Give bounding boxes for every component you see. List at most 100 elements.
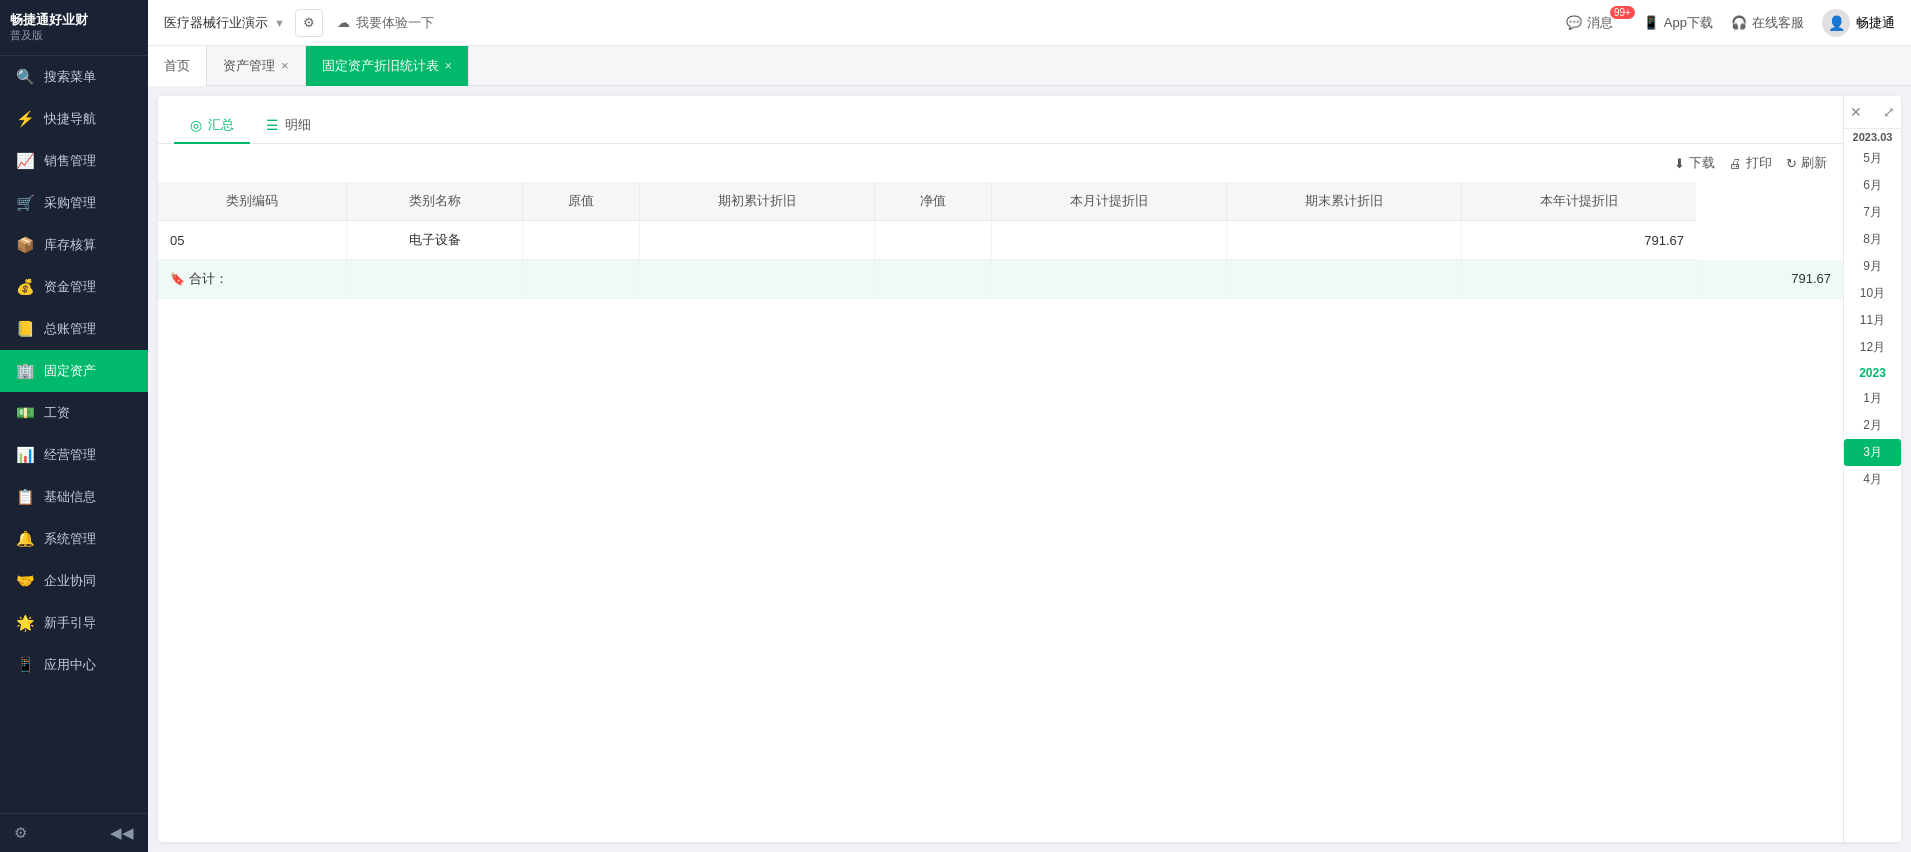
collab-icon: 🤝 [16, 572, 34, 590]
gear-icon: ⚙ [303, 15, 315, 30]
date-month-item[interactable]: 10月 [1844, 280, 1901, 307]
date-month-item[interactable]: 5月 [1844, 145, 1901, 172]
date-month-item[interactable]: 2月 [1844, 412, 1901, 439]
sidebar-label-guide: 新手引导 [44, 614, 96, 632]
print-label: 打印 [1746, 154, 1772, 172]
tab-label: 固定资产折旧统计表 [322, 57, 439, 75]
refresh-toolbar-btn[interactable]: ↻ 刷新 [1786, 154, 1827, 172]
company-name: 医疗器械行业演示 [164, 14, 268, 32]
sales-icon: 📈 [16, 152, 34, 170]
download-label: App下载 [1664, 14, 1713, 32]
data-table-wrapper: 类别编码类别名称原值期初累计折旧净值本月计提折旧期末累计折旧本年计提折旧 05电… [158, 182, 1843, 842]
refresh-icon: ↻ [1786, 156, 1797, 171]
subtotal-name-cell [347, 260, 523, 299]
table-row: 05电子设备791.67 [158, 221, 1843, 260]
sidebar-label-payroll: 工资 [44, 404, 70, 422]
date-panel-scroll: 5月6月7月8月9月10月11月12月20231月2月3月4月 [1844, 145, 1901, 842]
sidebar-label-system: 系统管理 [44, 530, 96, 548]
date-panel-expand-btn[interactable]: ⤢ [1881, 102, 1897, 122]
payroll-icon: 💵 [16, 404, 34, 422]
subtotal-cell: 791.67 [1696, 260, 1843, 299]
subtabs: ◎汇总 ☰ 明细 [158, 96, 1843, 144]
collapse-icon[interactable]: ◀◀ [110, 824, 134, 842]
sidebar-item-operations[interactable]: 📊经营管理 [0, 434, 148, 476]
sidebar-item-quicknav[interactable]: ⚡快捷导航 [0, 98, 148, 140]
download-toolbar-btn[interactable]: ⬇ 下载 [1674, 154, 1715, 172]
tab-label: 资产管理 [223, 57, 275, 75]
date-month-item[interactable]: 1月 [1844, 385, 1901, 412]
message-badge: 99+ [1610, 6, 1635, 19]
sidebar-item-inventory[interactable]: 📦库存核算 [0, 224, 148, 266]
sidebar-item-system[interactable]: 🔔 系统管理 [0, 518, 148, 560]
table-cell: 电子设备 [347, 221, 523, 260]
subtab-label: 汇总 [208, 116, 234, 134]
sidebar-item-collab[interactable]: 🤝企业协同 [0, 560, 148, 602]
company-dropdown-icon: ▼ [274, 17, 285, 29]
sidebar-label-search: 搜索菜单 [44, 68, 96, 86]
tab-首页[interactable]: 首页 [148, 46, 207, 86]
table-toolbar: ⬇ 下载 🖨 打印 ↻ 刷新 [158, 144, 1843, 182]
date-month-item[interactable]: 4月 [1844, 466, 1901, 493]
sidebar-item-finance[interactable]: 💰资金管理 [0, 266, 148, 308]
col-header: 期初累计折旧 [639, 182, 874, 221]
topbar-right: 💬 消息 99+ 📱 App下载 🎧 在线客服 👤 畅捷通 [1566, 9, 1895, 37]
date-month-item[interactable]: 7月 [1844, 199, 1901, 226]
col-header: 本月计提折旧 [991, 182, 1226, 221]
app-name: 畅捷通好业财 [10, 12, 88, 28]
avatar: 👤 [1822, 9, 1850, 37]
sidebar-item-basic[interactable]: 📋基础信息 [0, 476, 148, 518]
system-icon: 🔔 [16, 530, 34, 548]
subtotal-cell [1462, 260, 1696, 299]
date-month-item[interactable]: 11月 [1844, 307, 1901, 334]
settings-icon[interactable]: ⚙ [14, 824, 27, 842]
print-toolbar-btn[interactable]: 🖨 打印 [1729, 154, 1772, 172]
service-label: 在线客服 [1752, 14, 1804, 32]
sidebar-item-payroll[interactable]: 💵 工资 [0, 392, 148, 434]
sidebar-label-fixed: 固定资产 [44, 362, 96, 380]
subtotal-icon: 🔖 [170, 272, 185, 286]
sidebar-item-ledger[interactable]: 📒总账管理 [0, 308, 148, 350]
print-icon: 🖨 [1729, 156, 1742, 171]
topbar: 医疗器械行业演示 ▼ ⚙ ☁ 我要体验一下 💬 消息 99+ 📱 App下载 🎧… [148, 0, 1911, 46]
date-panel: ✕ ⤢ 2023.03 5月6月7月8月9月10月11月12月20231月2月3… [1843, 96, 1901, 842]
date-month-item[interactable]: 8月 [1844, 226, 1901, 253]
message-button[interactable]: 💬 消息 99+ [1566, 14, 1625, 32]
subtab-汇总[interactable]: ◎汇总 [174, 108, 250, 144]
date-month-item[interactable]: 3月 [1844, 439, 1901, 466]
sidebar-item-purchase[interactable]: 🛒采购管理 [0, 182, 148, 224]
trial-label: 我要体验一下 [356, 14, 434, 32]
subtotal-row: 🔖合计：791.67 [158, 260, 1843, 299]
sidebar-item-apps[interactable]: 📱应用中心 [0, 644, 148, 686]
col-header: 本年计提折旧 [1462, 182, 1696, 221]
sidebar-item-fixed[interactable]: 🏢固定资产 [0, 350, 148, 392]
tab-资产管理[interactable]: 资产管理 × [207, 46, 306, 86]
user-menu[interactable]: 👤 畅捷通 [1822, 9, 1895, 37]
date-panel-close-btn[interactable]: ✕ [1848, 102, 1864, 122]
settings-button[interactable]: ⚙ [295, 9, 323, 37]
trial-button[interactable]: ☁ 我要体验一下 [337, 14, 434, 32]
subtab-label: 明细 [285, 116, 311, 134]
operations-icon: 📊 [16, 446, 34, 464]
sidebar-item-guide[interactable]: 🌟新手引导 [0, 602, 148, 644]
date-month-item[interactable]: 12月 [1844, 334, 1901, 361]
company-selector[interactable]: 医疗器械行业演示 ▼ [164, 14, 285, 32]
refresh-label: 刷新 [1801, 154, 1827, 172]
subtab-icon: ☰ [266, 117, 279, 133]
date-month-item[interactable]: 9月 [1844, 253, 1901, 280]
subtab-明细[interactable]: ☰ 明细 [250, 108, 327, 144]
table-cell [991, 221, 1226, 260]
tab-close-btn[interactable]: × [445, 59, 453, 72]
download-button[interactable]: 📱 App下载 [1643, 14, 1713, 32]
sidebar-label-purchase: 采购管理 [44, 194, 96, 212]
cloud-icon: ☁ [337, 15, 350, 30]
sidebar-item-sales[interactable]: 📈销售管理 [0, 140, 148, 182]
tab-固定资产折旧统计表[interactable]: 固定资产折旧统计表 × [306, 46, 470, 86]
col-header: 原值 [523, 182, 640, 221]
sidebar-item-search[interactable]: 🔍搜索菜单 [0, 56, 148, 98]
tab-close-btn[interactable]: × [281, 59, 289, 72]
inner-content: ◎汇总 ☰ 明细 ⬇ 下载 🖨 打印 ↻ 刷新 [158, 96, 1843, 842]
date-month-item[interactable]: 6月 [1844, 172, 1901, 199]
service-button[interactable]: 🎧 在线客服 [1731, 14, 1804, 32]
table-cell: 05 [158, 221, 347, 260]
date-year-label: 2023 [1844, 361, 1901, 385]
